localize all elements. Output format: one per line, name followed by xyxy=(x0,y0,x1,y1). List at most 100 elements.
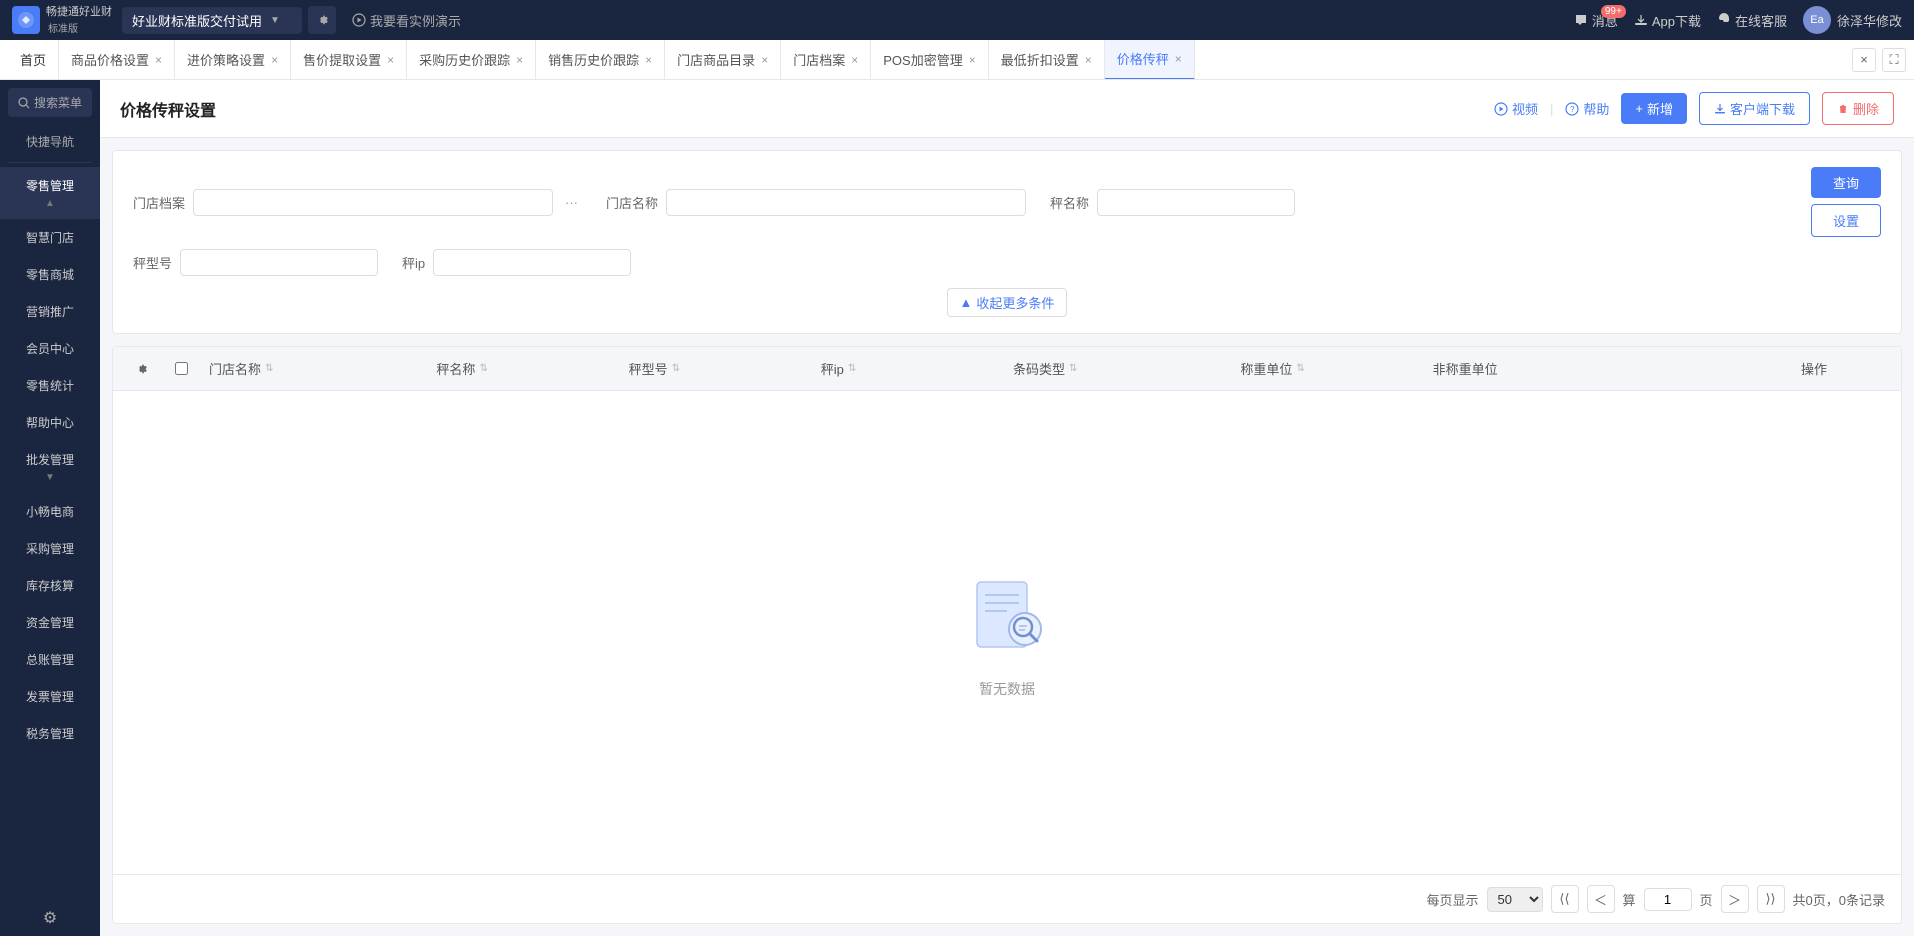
tab-close-min-discount[interactable]: × xyxy=(1085,53,1092,67)
tab-close-sales-history[interactable]: × xyxy=(645,53,652,67)
page-next-button[interactable]: ＞ xyxy=(1721,885,1749,913)
tab-sale-extract[interactable]: 售价提取设置 × xyxy=(291,40,407,80)
scale-model-input[interactable] xyxy=(180,249,378,276)
sidebar-item-ecommerce[interactable]: 小畅电商 xyxy=(0,493,100,530)
tab-close-pos-encrypt[interactable]: × xyxy=(969,53,976,67)
sidebar-item-smart-store[interactable]: 智慧门店 xyxy=(0,219,100,256)
sidebar-item-inventory[interactable]: 库存核算 xyxy=(0,567,100,604)
user-area[interactable]: Ea 徐泽华修改 xyxy=(1803,6,1902,34)
tab-close-purchase-history[interactable]: × xyxy=(516,53,523,67)
delete-button[interactable]: 删除 xyxy=(1822,92,1894,125)
sidebar-item-purchase[interactable]: 采购管理 xyxy=(0,530,100,567)
tab-close-store-archive[interactable]: × xyxy=(851,53,858,67)
tab-pos-encrypt[interactable]: POS加密管理 × xyxy=(871,40,988,80)
online-service-button[interactable]: 在线客服 xyxy=(1717,11,1787,30)
filter-row-1: 门店档案 ··· 门店名称 秤名称 查询 xyxy=(133,167,1881,237)
message-button[interactable]: 消息 99+ xyxy=(1574,11,1618,30)
add-button[interactable]: + 新增 xyxy=(1621,93,1687,124)
sidebar-item-label: 营销推广 xyxy=(26,303,74,320)
sidebar-item-help-center[interactable]: 帮助中心 xyxy=(0,404,100,441)
app-download-button[interactable]: App下载 xyxy=(1634,11,1701,30)
page-number-input[interactable] xyxy=(1644,888,1692,911)
sidebar-item-label: 帮助中心 xyxy=(26,414,74,431)
tab-sales-history[interactable]: 销售历史价跟踪 × xyxy=(536,40,665,80)
col-header-scale-name[interactable]: 秤名称⇅ xyxy=(428,359,620,378)
avatar: Ea xyxy=(1803,6,1831,34)
store-name-input[interactable] xyxy=(666,189,1026,216)
empty-illustration xyxy=(957,567,1057,667)
col-header-weight-unit[interactable]: 称重单位⇅ xyxy=(1232,359,1424,378)
settings-button[interactable] xyxy=(308,6,336,34)
tab-close-goods-price[interactable]: × xyxy=(155,53,162,67)
tab-price-scale[interactable]: 价格传秤 × xyxy=(1105,40,1195,80)
table-settings-col[interactable] xyxy=(121,362,161,376)
store-archive-dots[interactable]: ··· xyxy=(561,195,582,210)
col-header-nonweight-unit: 非称重单位 xyxy=(1425,359,1793,378)
sidebar-item-retail-stats[interactable]: 零售统计 xyxy=(0,367,100,404)
store-archive-input[interactable] xyxy=(193,189,553,216)
logo-text: 畅捷通好业财 标准版 xyxy=(46,5,112,34)
tab-purchase-history[interactable]: 采购历史价跟踪 × xyxy=(407,40,536,80)
video-link[interactable]: 视频 xyxy=(1494,99,1538,118)
app-selector-text: 好业财标准版交付试用 xyxy=(132,11,262,30)
tab-min-discount[interactable]: 最低折扣设置 × xyxy=(989,40,1105,80)
tab-home[interactable]: 首页 xyxy=(8,40,59,80)
demo-button[interactable]: 我要看实例演示 xyxy=(352,11,461,30)
logo-icon xyxy=(12,6,40,34)
sidebar-item-invoice[interactable]: 发票管理 xyxy=(0,678,100,715)
content-area: 价格传秤设置 视频 | ? 帮助 + 新增 xyxy=(100,80,1914,936)
search-menu-label: 搜索菜单 xyxy=(34,94,82,111)
col-header-scale-model[interactable]: 秤型号⇅ xyxy=(621,359,813,378)
sidebar-item-tax[interactable]: 税务管理 xyxy=(0,715,100,752)
tab-close-sale-extract[interactable]: × xyxy=(387,53,394,67)
tab-store-archive[interactable]: 门店档案 × xyxy=(781,40,871,80)
filter-store-name: 门店名称 xyxy=(606,189,1026,216)
scale-ip-input[interactable] xyxy=(433,249,631,276)
sidebar-item-retail-management[interactable]: 零售管理 ▲ xyxy=(0,167,100,219)
tab-close-store-catalog[interactable]: × xyxy=(761,53,768,67)
sidebar-item-member-center[interactable]: 会员中心 xyxy=(0,330,100,367)
sidebar-item-ledger[interactable]: 总账管理 xyxy=(0,641,100,678)
total-info: 共0页，0条记录 xyxy=(1793,890,1885,909)
collapse-button[interactable]: ▲ 收起更多条件 xyxy=(947,288,1068,317)
sidebar-search-button[interactable]: 搜索菜单 xyxy=(8,88,92,117)
page-last-button[interactable]: ⟩⟩ xyxy=(1757,885,1785,913)
sort-icon: ⇅ xyxy=(265,363,273,374)
tab-goods-price[interactable]: 商品价格设置 × xyxy=(59,40,175,80)
col-header-scale-ip[interactable]: 秤ip⇅ xyxy=(813,359,1005,378)
settings-button-filter[interactable]: 设置 xyxy=(1811,204,1881,237)
tab-purchase-strategy[interactable]: 进价策略设置 × xyxy=(175,40,291,80)
tab-close-purchase-strategy[interactable]: × xyxy=(271,53,278,67)
page-first-button[interactable]: ⟨⟨ xyxy=(1551,885,1579,913)
app-selector[interactable]: 好业财标准版交付试用 ▼ xyxy=(122,7,302,34)
table-header: 门店名称⇅ 秤名称⇅ 秤型号⇅ 秤ip⇅ 条码类型⇅ 称重单 xyxy=(113,347,1901,391)
sidebar-item-label: 总账管理 xyxy=(26,651,74,668)
filter-scale-ip: 秤ip xyxy=(402,249,631,276)
sidebar-item-label: 资金管理 xyxy=(26,614,74,631)
demo-label: 我要看实例演示 xyxy=(370,11,461,30)
tab-close-price-scale[interactable]: × xyxy=(1175,52,1182,66)
sidebar-item-wholesale[interactable]: 批发管理 ▼ xyxy=(0,441,100,493)
page-size-select[interactable]: 10 20 50 100 xyxy=(1487,887,1543,912)
tab-fullscreen-button[interactable]: ⛶ xyxy=(1882,48,1906,72)
tab-store-catalog[interactable]: 门店商品目录 × xyxy=(665,40,781,80)
query-button[interactable]: 查询 xyxy=(1811,167,1881,198)
sidebar-item-finance[interactable]: 资金管理 xyxy=(0,604,100,641)
col-header-store-name[interactable]: 门店名称⇅ xyxy=(201,359,428,378)
sidebar-item-label: 零售商城 xyxy=(26,266,74,283)
page-prev-button[interactable]: ＜ xyxy=(1587,885,1615,913)
sidebar-item-marketing[interactable]: 营销推广 xyxy=(0,293,100,330)
page-label: 算 xyxy=(1623,890,1636,909)
col-header-barcode-type[interactable]: 条码类型⇅ xyxy=(1005,359,1232,378)
sidebar-item-retail-mall[interactable]: 零售商城 xyxy=(0,256,100,293)
sidebar-settings-gear[interactable]: ⚙ xyxy=(8,908,92,928)
tab-bar-actions: × ⛶ xyxy=(1852,48,1906,72)
table-checkbox-all[interactable] xyxy=(161,362,201,375)
select-all-checkbox[interactable] xyxy=(175,362,188,375)
sidebar-nav-button[interactable]: 快捷导航 xyxy=(0,125,100,158)
sidebar-item-label: 零售统计 xyxy=(26,377,74,394)
scale-name-input[interactable] xyxy=(1097,189,1295,216)
help-link[interactable]: ? 帮助 xyxy=(1565,99,1609,118)
download-button[interactable]: 客户端下载 xyxy=(1699,92,1810,125)
tab-close-all-button[interactable]: × xyxy=(1852,48,1876,72)
